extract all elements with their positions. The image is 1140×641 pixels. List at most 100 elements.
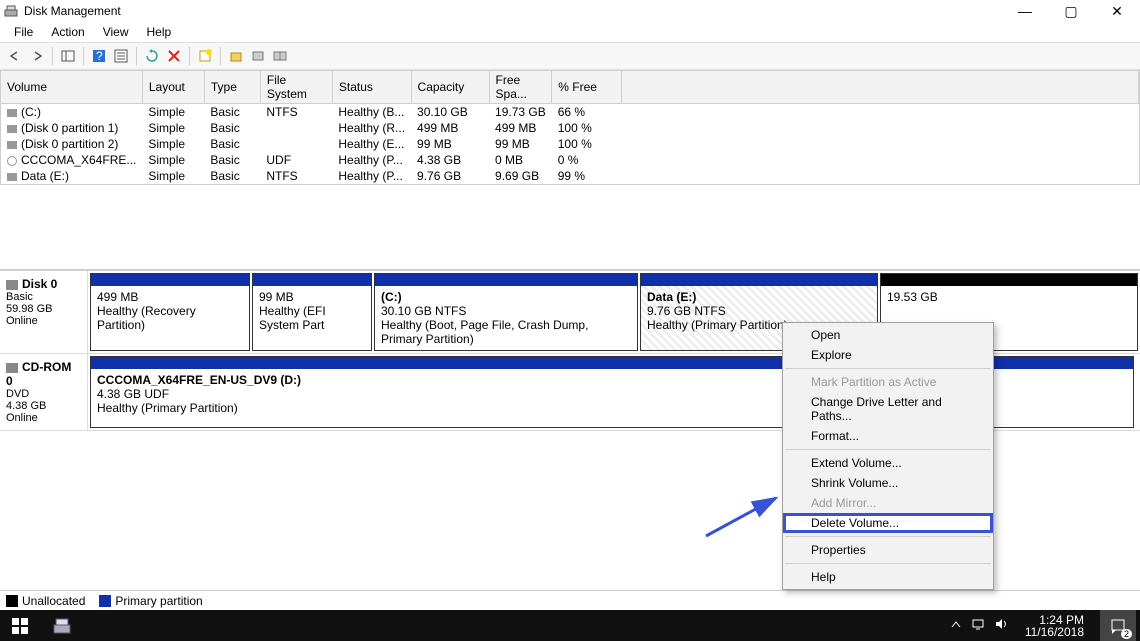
window-title: Disk Management	[24, 4, 121, 18]
vol-status: Healthy (B...	[332, 104, 411, 121]
vol-name: (Disk 0 partition 1)	[21, 121, 118, 135]
forward-button[interactable]	[28, 47, 46, 65]
help-icon[interactable]: ?	[90, 47, 108, 65]
vol-fs: NTFS	[260, 168, 332, 184]
disk-info[interactable]: Disk 0Basic59.98 GBOnline	[0, 271, 88, 353]
menu-item-shrink-volume[interactable]: Shrink Volume...	[783, 473, 993, 493]
disk-icon	[7, 125, 17, 133]
partition-status: Healthy (Recovery Partition)	[97, 304, 243, 332]
vol-free: 99 MB	[489, 136, 552, 152]
start-button[interactable]	[0, 610, 40, 641]
menu-file[interactable]: File	[6, 23, 41, 41]
vol-name: (C:)	[21, 105, 41, 119]
volume-row[interactable]: Data (E:)SimpleBasicNTFSHealthy (P...9.7…	[1, 168, 1139, 184]
menu-separator	[785, 449, 991, 450]
svg-text:?: ?	[96, 49, 103, 63]
action1-icon[interactable]	[227, 47, 245, 65]
menu-item-properties[interactable]: Properties	[783, 540, 993, 560]
tray-clock[interactable]: 1:24 PM 11/16/2018	[1019, 614, 1090, 638]
partition-stripe	[641, 274, 877, 286]
show-hide-button[interactable]	[59, 47, 77, 65]
col-filesystem[interactable]: File System	[260, 71, 332, 104]
partition[interactable]: 499 MBHealthy (Recovery Partition)	[90, 273, 250, 351]
vol-fs: NTFS	[260, 104, 332, 121]
vol-layout: Simple	[142, 136, 204, 152]
partition-stripe	[91, 274, 249, 286]
close-button[interactable]: ✕	[1094, 0, 1140, 22]
menu-item-change-drive-letter-and-paths[interactable]: Change Drive Letter and Paths...	[783, 392, 993, 426]
col-pctfree[interactable]: % Free	[552, 71, 622, 104]
new-icon[interactable]	[196, 47, 214, 65]
partition-stripe	[881, 274, 1137, 286]
disk-info[interactable]: CD-ROM 0DVD4.38 GBOnline	[0, 354, 88, 430]
action2-icon[interactable]	[249, 47, 267, 65]
tray-up-icon[interactable]	[951, 619, 961, 633]
maximize-button[interactable]: ▢	[1048, 0, 1094, 22]
partition-size: 30.10 GB NTFS	[381, 304, 631, 318]
vol-capacity: 9.76 GB	[411, 168, 489, 184]
partition-size: 9.76 GB NTFS	[647, 304, 871, 318]
vol-name: (Disk 0 partition 2)	[21, 137, 118, 151]
menu-view[interactable]: View	[95, 23, 137, 41]
tray-network-icon[interactable]	[971, 618, 985, 633]
disk-size: 4.38 GB	[6, 400, 81, 412]
disk-status: Online	[6, 412, 81, 424]
menu-item-extend-volume[interactable]: Extend Volume...	[783, 453, 993, 473]
vol-pct: 0 %	[552, 152, 622, 168]
volume-header-row[interactable]: Volume Layout Type File System Status Ca…	[1, 71, 1139, 104]
col-layout[interactable]: Layout	[142, 71, 204, 104]
partition-size: 499 MB	[97, 290, 243, 304]
volume-row[interactable]: (Disk 0 partition 2)SimpleBasicHealthy (…	[1, 136, 1139, 152]
disk-name: Disk 0	[22, 277, 57, 291]
vol-pct: 66 %	[552, 104, 622, 121]
menu-item-format[interactable]: Format...	[783, 426, 993, 446]
vol-status: Healthy (P...	[332, 168, 411, 184]
vol-fs: UDF	[260, 152, 332, 168]
menu-item-delete-volume[interactable]: Delete Volume...	[783, 513, 993, 533]
vol-status: Healthy (P...	[332, 152, 411, 168]
refresh-icon[interactable]	[143, 47, 161, 65]
volume-row[interactable]: (Disk 0 partition 1)SimpleBasicHealthy (…	[1, 120, 1139, 136]
taskbar-app-disk-management[interactable]	[42, 610, 82, 641]
delete-icon[interactable]	[165, 47, 183, 65]
minimize-button[interactable]: —	[1002, 0, 1048, 22]
vol-free: 9.69 GB	[489, 168, 552, 184]
notifications-button[interactable]: 2	[1100, 610, 1136, 641]
volume-row[interactable]: CCCOMA_X64FRE...SimpleBasicUDFHealthy (P…	[1, 152, 1139, 168]
menu-separator	[785, 563, 991, 564]
tray-time: 1:24 PM	[1025, 614, 1084, 626]
col-status[interactable]: Status	[332, 71, 411, 104]
taskbar: 1:24 PM 11/16/2018 2	[0, 610, 1140, 641]
col-free[interactable]: Free Spa...	[489, 71, 552, 104]
col-type[interactable]: Type	[204, 71, 260, 104]
menu-separator	[785, 368, 991, 369]
menu-action[interactable]: Action	[43, 23, 92, 41]
tray-date: 11/16/2018	[1025, 626, 1084, 638]
partition[interactable]: (C:)30.10 GB NTFSHealthy (Boot, Page Fil…	[374, 273, 638, 351]
vol-fs	[260, 136, 332, 152]
vol-name: CCCOMA_X64FRE...	[21, 153, 136, 167]
back-button[interactable]	[6, 47, 24, 65]
vol-name: Data (E:)	[21, 169, 69, 183]
col-spacer[interactable]	[622, 71, 1139, 104]
volume-row[interactable]: (C:)SimpleBasicNTFSHealthy (B...30.10 GB…	[1, 104, 1139, 121]
vol-free: 19.73 GB	[489, 104, 552, 121]
disk-status: Online	[6, 315, 81, 327]
col-capacity[interactable]: Capacity	[411, 71, 489, 104]
menu-item-explore[interactable]: Explore	[783, 345, 993, 365]
partition[interactable]: 99 MBHealthy (EFI System Part	[252, 273, 372, 351]
properties-icon[interactable]	[112, 47, 130, 65]
vol-fs	[260, 120, 332, 136]
partition-size: 19.53 GB	[887, 290, 1131, 304]
menu-item-mark-partition-as-active: Mark Partition as Active	[783, 372, 993, 392]
volume-list[interactable]: Volume Layout Type File System Status Ca…	[0, 70, 1140, 270]
menu-help[interactable]: Help	[139, 23, 180, 41]
action3-icon[interactable]	[271, 47, 289, 65]
vol-type: Basic	[204, 136, 260, 152]
annotation-arrow	[698, 480, 788, 540]
vol-type: Basic	[204, 168, 260, 184]
menu-item-help[interactable]: Help	[783, 567, 993, 587]
col-volume[interactable]: Volume	[1, 71, 142, 104]
menu-item-open[interactable]: Open	[783, 325, 993, 345]
tray-volume-icon[interactable]	[995, 618, 1009, 633]
